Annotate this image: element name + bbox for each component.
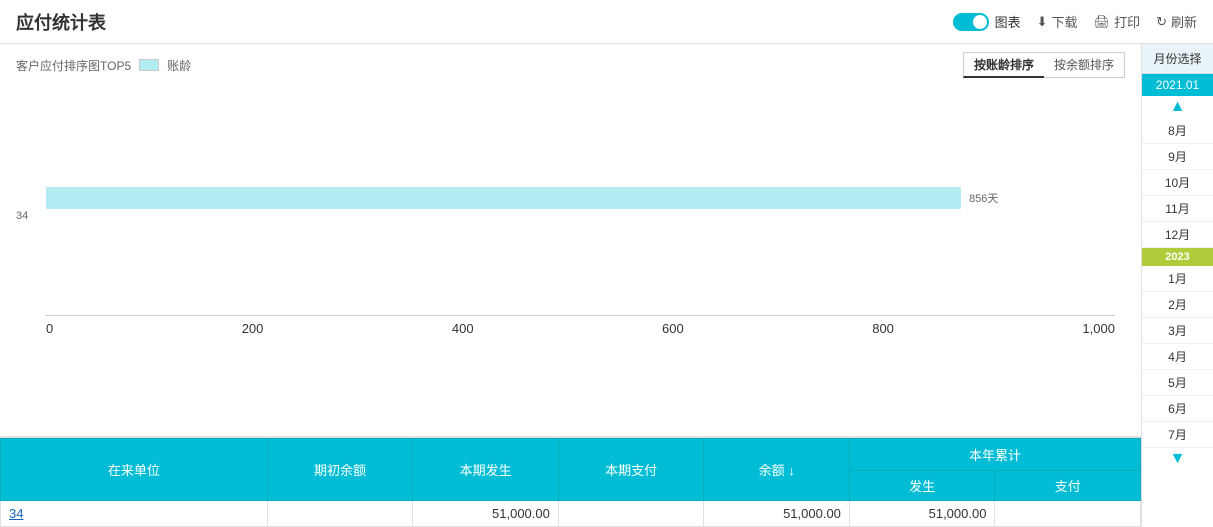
chart-area: 34 856天 0 200 400 600 800 <box>0 86 1141 436</box>
chart-header: 客户应付排序图TOP5 账龄 按账龄排序 按余额排序 <box>0 44 1141 86</box>
cell-balance: 51,000.00 <box>704 501 850 527</box>
sidebar-title: 月份选择 <box>1142 44 1213 74</box>
chart-toggle[interactable] <box>953 13 989 31</box>
month-12[interactable]: 12月 <box>1142 222 1213 248</box>
month-3[interactable]: 3月 <box>1142 318 1213 344</box>
current-year-label[interactable]: 2021.01 <box>1142 74 1213 96</box>
x-tick-600: 600 <box>662 321 684 336</box>
month-9[interactable]: 9月 <box>1142 144 1213 170</box>
print-button[interactable]: 🖨 打印 <box>1094 12 1141 31</box>
col-opening: 期初余额 <box>267 439 413 501</box>
download-label: 下载 <box>1052 12 1078 31</box>
month-sidebar: 月份选择 2021.01 ▲ 8月 9月 10月 11月 12月 2023 1月… <box>1141 44 1213 527</box>
month-1[interactable]: 1月 <box>1142 266 1213 292</box>
col-payment: 本期支付 <box>558 439 704 501</box>
year-2023-marker: 2023 <box>1142 248 1213 266</box>
month-7[interactable]: 7月 <box>1142 422 1213 448</box>
month-4[interactable]: 4月 <box>1142 344 1213 370</box>
col-ytd-payment: 支付 <box>995 471 1141 501</box>
x-tick-800: 800 <box>872 321 894 336</box>
refresh-button[interactable]: ↻ 刷新 <box>1156 12 1197 31</box>
download-button[interactable]: ⬇ 下载 <box>1037 12 1078 31</box>
bar-row: 856天 <box>46 185 1115 211</box>
print-icon: 🖨 <box>1094 14 1111 30</box>
toggle-knob <box>973 15 987 29</box>
table-row: 34 51,000.00 51,000.00 51,000.00 <box>1 501 1141 527</box>
data-table: 在来单位 期初余额 本期发生 本期支付 余额 ↓ 本年累计 发生 支付 <box>0 436 1141 527</box>
legend-box-label: 账龄 <box>167 57 191 74</box>
month-8[interactable]: 8月 <box>1142 118 1213 144</box>
cell-payment <box>558 501 704 527</box>
month-5[interactable]: 5月 <box>1142 370 1213 396</box>
month-10[interactable]: 10月 <box>1142 170 1213 196</box>
print-label: 打印 <box>1114 12 1140 31</box>
y-axis-label: 34 <box>16 210 28 222</box>
col-ytd-occurrence: 发生 <box>849 471 995 501</box>
month-nav-up[interactable]: ▲ <box>1142 96 1213 118</box>
x-tick-200: 200 <box>242 321 264 336</box>
month-11[interactable]: 11月 <box>1142 196 1213 222</box>
sort-by-amount-button[interactable]: 按余额排序 <box>1044 52 1125 78</box>
chart-toggle-wrap: 图表 <box>953 12 1021 31</box>
x-axis: 0 200 400 600 800 1,000 <box>46 321 1115 336</box>
col-unit: 在来单位 <box>1 439 268 501</box>
chart-legend: 客户应付排序图TOP5 账龄 <box>16 57 191 74</box>
cell-occurrence: 51,000.00 <box>413 501 559 527</box>
x-tick-400: 400 <box>452 321 474 336</box>
bar-label: 856天 <box>969 190 998 206</box>
chart-sort-buttons: 按账龄排序 按余额排序 <box>963 52 1125 78</box>
refresh-label: 刷新 <box>1171 12 1197 31</box>
col-ytd: 本年累计 <box>849 439 1140 471</box>
page-title: 应付统计表 <box>16 9 106 35</box>
toggle-label: 图表 <box>995 12 1021 31</box>
x-tick-0: 0 <box>46 321 53 336</box>
header-actions: 图表 ⬇ 下载 🖨 打印 ↻ 刷新 <box>953 12 1197 31</box>
cell-ytd-payment <box>995 501 1141 527</box>
month-list: ▲ 8月 9月 10月 11月 12月 2023 1月 2月 3月 4月 5月 … <box>1142 96 1213 527</box>
refresh-icon: ↻ <box>1156 14 1167 30</box>
x-axis-line <box>46 315 1115 316</box>
month-6[interactable]: 6月 <box>1142 396 1213 422</box>
cell-unit[interactable]: 34 <box>1 501 268 527</box>
x-tick-1000: 1,000 <box>1082 321 1115 336</box>
legend-label: 客户应付排序图TOP5 <box>16 57 131 74</box>
bar <box>46 187 961 209</box>
cell-opening <box>267 501 413 527</box>
col-occurrence: 本期发生 <box>413 439 559 501</box>
sort-by-balance-button[interactable]: 按账龄排序 <box>963 52 1044 78</box>
col-balance: 余额 ↓ <box>704 439 850 501</box>
month-2[interactable]: 2月 <box>1142 292 1213 318</box>
download-icon: ⬇ <box>1037 14 1048 30</box>
legend-box <box>139 59 159 71</box>
month-nav-down[interactable]: ▼ <box>1142 448 1213 470</box>
cell-ytd-occurrence: 51,000.00 <box>849 501 995 527</box>
